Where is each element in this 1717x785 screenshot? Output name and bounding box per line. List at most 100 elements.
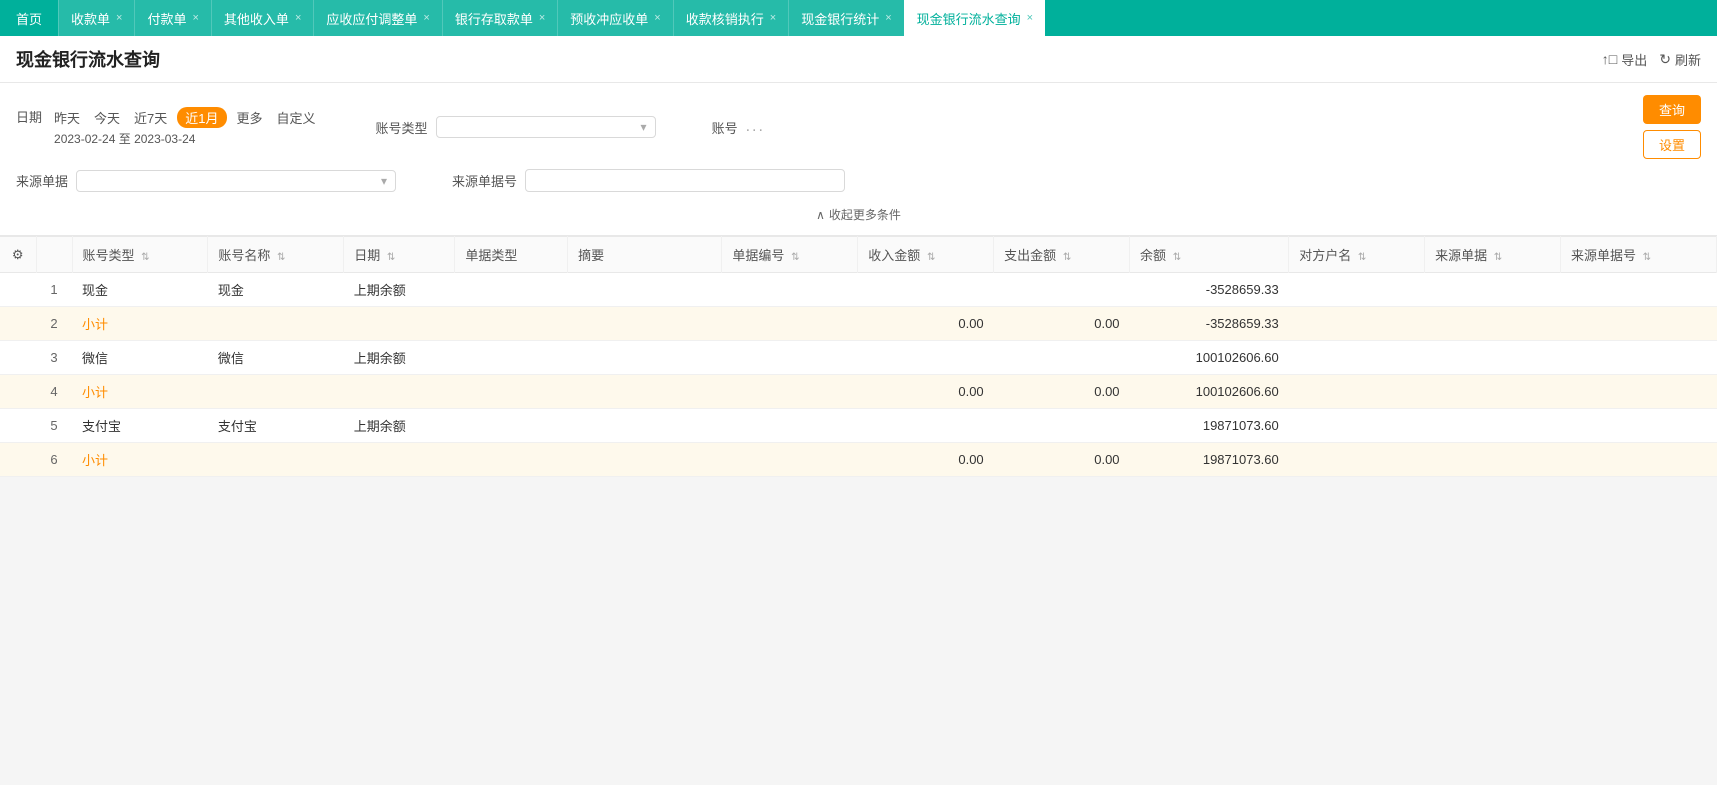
account-type-select[interactable]: ▾	[436, 116, 656, 138]
row-doc-no	[722, 341, 858, 375]
th-doc-type: 单据类型	[455, 237, 568, 273]
sort-icon: ⇅	[927, 252, 935, 263]
th-gear[interactable]: ⚙	[0, 237, 36, 273]
row-source-doc-no	[1561, 307, 1717, 341]
th-source-doc-no[interactable]: 来源单据号 ⇅	[1561, 237, 1717, 273]
row-income	[858, 273, 994, 307]
chevron-down-icon: ▾	[381, 174, 387, 188]
nav-tab-shoukuan[interactable]: 收款单 ×	[58, 0, 134, 36]
row-account-name	[208, 307, 344, 341]
close-icon[interactable]: ×	[885, 12, 891, 24]
source-doc-select[interactable]: ▾	[76, 170, 396, 192]
sort-icon: ⇅	[791, 252, 799, 263]
row-income	[858, 341, 994, 375]
row-summary	[568, 307, 722, 341]
th-income[interactable]: 收入金额 ⇅	[858, 237, 994, 273]
close-icon[interactable]: ×	[116, 12, 122, 24]
close-icon[interactable]: ×	[539, 12, 545, 24]
row-source-doc	[1425, 307, 1561, 341]
query-button[interactable]: 查询	[1643, 95, 1701, 124]
row-doc-type	[455, 375, 568, 409]
sort-icon: ⇅	[277, 252, 285, 263]
date-shortcut-custom[interactable]: 自定义	[273, 107, 320, 128]
row-expense	[994, 409, 1130, 443]
row-account-type: 微信	[72, 341, 208, 375]
refresh-button[interactable]: ↻ 刷新	[1659, 50, 1701, 69]
nav-tab-adjust[interactable]: 应收应付调整单 ×	[313, 0, 441, 36]
top-navigation: 首页 收款单 × 付款单 × 其他收入单 × 应收应付调整单 × 银行存取款单 …	[0, 0, 1717, 36]
row-source-doc	[1425, 375, 1561, 409]
close-icon[interactable]: ×	[770, 12, 776, 24]
row-source-doc	[1425, 341, 1561, 375]
filter-row-date: 日期 昨天 今天 近7天 近1月 更多 自定义 2023-02-24 至 202…	[16, 95, 1701, 159]
nav-tab-bank-deposit[interactable]: 银行存取款单 ×	[442, 0, 557, 36]
th-summary: 摘要	[568, 237, 722, 273]
data-table: ⚙ 账号类型 ⇅ 账号名称 ⇅ 日期 ⇅ 单据类型 摘要	[0, 236, 1717, 477]
nav-tab-stats[interactable]: 现金银行统计 ×	[788, 0, 903, 36]
sort-icon: ⇅	[1173, 252, 1181, 263]
settings-button[interactable]: 设置	[1643, 130, 1701, 159]
account-more-button[interactable]: ...	[746, 118, 765, 136]
row-income: 0.00	[858, 375, 994, 409]
th-date[interactable]: 日期 ⇅	[344, 237, 455, 273]
header-actions: ↑□ 导出 ↻ 刷新	[1602, 50, 1701, 69]
row-gear	[0, 409, 36, 443]
date-shortcut-today[interactable]: 今天	[90, 107, 124, 128]
row-number: 4	[36, 375, 72, 409]
nav-tab-cashflow[interactable]: 现金银行流水查询 ×	[904, 0, 1045, 36]
nav-home[interactable]: 首页	[0, 0, 58, 36]
row-source-doc	[1425, 273, 1561, 307]
row-summary	[568, 273, 722, 307]
th-source-doc[interactable]: 来源单据 ⇅	[1425, 237, 1561, 273]
row-source-doc-no	[1561, 341, 1717, 375]
close-icon[interactable]: ×	[423, 12, 429, 24]
th-account-type[interactable]: 账号类型 ⇅	[72, 237, 208, 273]
account-label: 账号	[712, 118, 738, 137]
row-balance: 19871073.60	[1130, 409, 1289, 443]
date-shortcut-1month[interactable]: 近1月	[177, 107, 226, 128]
nav-tab-other-income[interactable]: 其他收入单 ×	[211, 0, 313, 36]
row-account-type: 小计	[72, 307, 208, 341]
account-type-label: 账号类型	[376, 118, 428, 137]
row-counterpart	[1289, 375, 1425, 409]
row-counterpart	[1289, 273, 1425, 307]
table-body: 1 现金 现金 上期余额 -3528659.33 2 小计 0.00 0.00 …	[0, 273, 1717, 477]
th-doc-no[interactable]: 单据编号 ⇅	[722, 237, 858, 273]
source-doc-no-input[interactable]	[525, 169, 845, 192]
close-icon[interactable]: ×	[295, 12, 301, 24]
export-button[interactable]: ↑□ 导出	[1602, 50, 1647, 69]
row-expense	[994, 273, 1130, 307]
row-gear	[0, 443, 36, 477]
collapse-bar[interactable]: ∧ 收起更多条件	[16, 202, 1701, 227]
nav-tab-verify[interactable]: 收款核销执行 ×	[673, 0, 788, 36]
sort-icon: ⇅	[1358, 252, 1366, 263]
row-account-type: 小计	[72, 375, 208, 409]
row-expense	[994, 341, 1130, 375]
th-balance[interactable]: 余额 ⇅	[1130, 237, 1289, 273]
row-account-name: 现金	[208, 273, 344, 307]
th-expense[interactable]: 支出金额 ⇅	[994, 237, 1130, 273]
row-gear	[0, 273, 36, 307]
close-icon[interactable]: ×	[192, 12, 198, 24]
row-date	[344, 443, 455, 477]
th-counterpart[interactable]: 对方户名 ⇅	[1289, 237, 1425, 273]
nav-tab-prepay[interactable]: 预收冲应收单 ×	[557, 0, 672, 36]
row-counterpart	[1289, 409, 1425, 443]
row-account-type: 小计	[72, 443, 208, 477]
table-row: 1 现金 现金 上期余额 -3528659.33	[0, 273, 1717, 307]
close-icon[interactable]: ×	[654, 12, 660, 24]
row-counterpart	[1289, 307, 1425, 341]
table-container: ⚙ 账号类型 ⇅ 账号名称 ⇅ 日期 ⇅ 单据类型 摘要	[0, 236, 1717, 477]
row-number: 6	[36, 443, 72, 477]
row-doc-no	[722, 409, 858, 443]
nav-tab-fukuan[interactable]: 付款单 ×	[134, 0, 210, 36]
date-shortcut-more[interactable]: 更多	[233, 107, 267, 128]
date-shortcut-7days[interactable]: 近7天	[130, 107, 171, 128]
row-income	[858, 409, 994, 443]
close-icon[interactable]: ×	[1027, 12, 1033, 24]
th-account-name[interactable]: 账号名称 ⇅	[208, 237, 344, 273]
table-header-row: ⚙ 账号类型 ⇅ 账号名称 ⇅ 日期 ⇅ 单据类型 摘要	[0, 237, 1717, 273]
row-account-name	[208, 443, 344, 477]
date-shortcut-yesterday[interactable]: 昨天	[50, 107, 84, 128]
row-expense: 0.00	[994, 375, 1130, 409]
